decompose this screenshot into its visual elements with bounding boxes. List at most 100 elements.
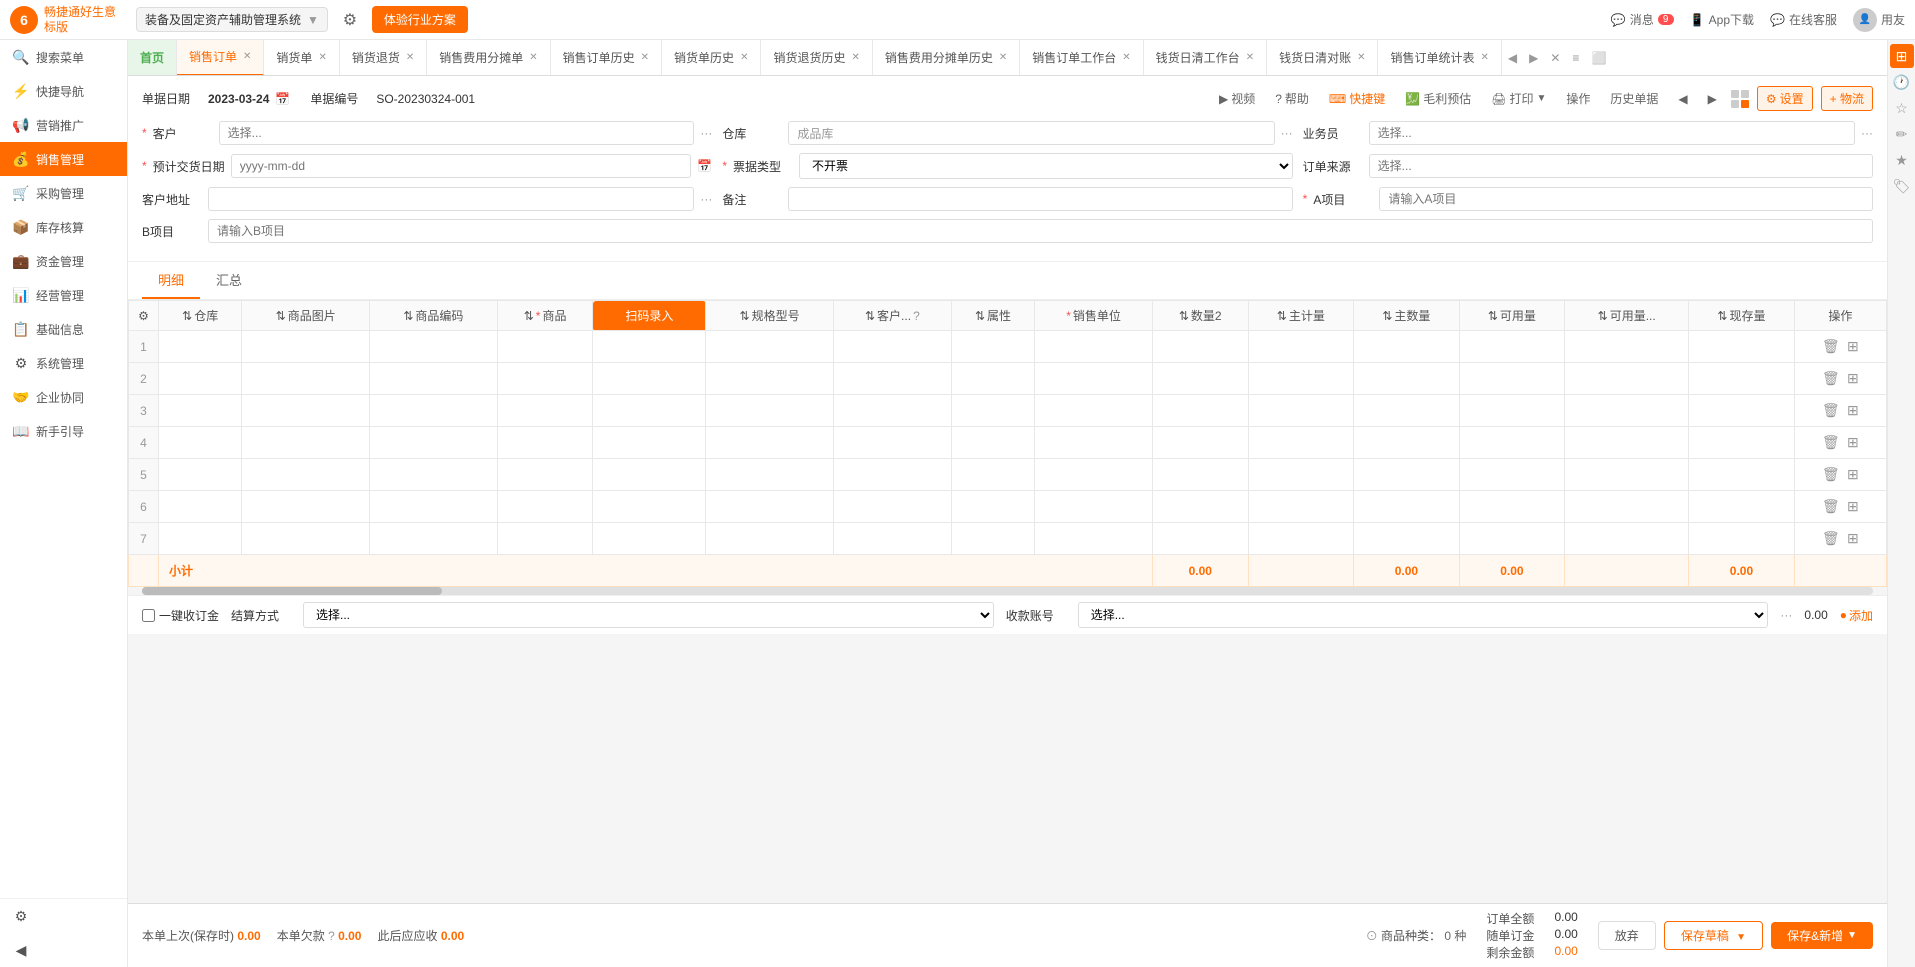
invoice-select[interactable]: 不开票 普通发票 增值税发票 — [799, 153, 1293, 179]
row-image-3[interactable] — [242, 395, 370, 427]
tab-daily-workspace[interactable]: 钱货日清工作台 ✕ — [1144, 40, 1267, 76]
row-goods-6[interactable] — [497, 491, 593, 523]
row-available-7[interactable] — [1459, 523, 1565, 555]
nav-prev-btn[interactable]: ◀ — [1672, 90, 1693, 108]
sidebar-item-management[interactable]: 📊 经营管理 — [0, 278, 127, 312]
row-spec-6[interactable] — [706, 491, 834, 523]
row-available-2[interactable] — [1459, 363, 1565, 395]
row-unit-4[interactable] — [1035, 427, 1153, 459]
row-available2-6[interactable] — [1565, 491, 1689, 523]
right-icon-edit[interactable]: ✏ — [1890, 122, 1914, 146]
row-code-7[interactable] — [370, 523, 498, 555]
row-code-6[interactable] — [370, 491, 498, 523]
row-copy-btn-1[interactable]: ⊞ — [1845, 336, 1861, 357]
tab-daily-reconcile[interactable]: 钱货日清对账 ✕ — [1267, 40, 1378, 76]
row-customer-code-5[interactable] — [833, 459, 951, 491]
row-spec-5[interactable] — [706, 459, 834, 491]
account-more-btn[interactable]: ··· — [1780, 608, 1792, 622]
right-icon-grid[interactable]: ⊞ — [1890, 44, 1914, 68]
tab-close-order-stats[interactable]: ✕ — [1481, 52, 1489, 63]
row-attribute-3[interactable] — [951, 395, 1034, 427]
row-code-4[interactable] — [370, 427, 498, 459]
row-stock-2[interactable] — [1689, 363, 1795, 395]
row-warehouse-2[interactable] — [159, 363, 242, 395]
view-toggle[interactable] — [1731, 90, 1749, 108]
row-goods-5[interactable] — [497, 459, 593, 491]
add-payment-btn[interactable]: ● 添加 — [1840, 607, 1873, 624]
right-icon-tag[interactable]: 🏷 — [1890, 174, 1914, 198]
save-new-btn[interactable]: 保存&新增 ▼ — [1771, 922, 1873, 949]
operation-btn[interactable]: 操作 — [1560, 88, 1596, 109]
row-attribute-6[interactable] — [951, 491, 1034, 523]
row-code-2[interactable] — [370, 363, 498, 395]
tab-close-sales-invoice[interactable]: ✕ — [318, 52, 326, 63]
system-title-selector[interactable]: 装备及固定资产辅助管理系统 ▼ — [136, 7, 328, 32]
staff-more-btn[interactable]: ··· — [1861, 126, 1873, 140]
horizontal-scrollbar[interactable] — [128, 587, 1887, 595]
row-main-unit-7[interactable] — [1248, 523, 1354, 555]
tab-menu-btn[interactable]: ≡ — [1566, 40, 1585, 76]
row-customer-code-6[interactable] — [833, 491, 951, 523]
row-main-unit-4[interactable] — [1248, 427, 1354, 459]
row-main-qty-1[interactable] — [1354, 331, 1460, 363]
row-copy-btn-4[interactable]: ⊞ — [1845, 432, 1861, 453]
tab-detail[interactable]: 明细 — [142, 262, 200, 299]
row-warehouse-7[interactable] — [159, 523, 242, 555]
row-warehouse-3[interactable] — [159, 395, 242, 427]
tab-prev-btn[interactable]: ◀ — [1502, 40, 1523, 76]
tab-close-invoice-history[interactable]: ✕ — [740, 52, 748, 63]
tab-close-daily-reconcile[interactable]: ✕ — [1357, 52, 1365, 63]
topbar-settings-btn[interactable]: ⚙ — [336, 6, 364, 34]
row-unit-2[interactable] — [1035, 363, 1153, 395]
print-btn[interactable]: 🖨 打印 ▼ — [1485, 88, 1552, 109]
row-spec-1[interactable] — [706, 331, 834, 363]
sidebar-item-search[interactable]: 🔍 搜索菜单 — [0, 40, 127, 74]
row-available2-4[interactable] — [1565, 427, 1689, 459]
online-service-btn[interactable]: 💬 在线客服 — [1770, 11, 1837, 28]
sidebar-item-basic[interactable]: 📋 基础信息 — [0, 312, 127, 346]
row-stock-3[interactable] — [1689, 395, 1795, 427]
row-available2-5[interactable] — [1565, 459, 1689, 491]
sidebar-item-inventory[interactable]: 📦 库存核算 — [0, 210, 127, 244]
row-qty2-6[interactable] — [1152, 491, 1248, 523]
row-spec-3[interactable] — [706, 395, 834, 427]
address-more-btn[interactable]: ··· — [700, 192, 712, 206]
delivery-calendar-icon[interactable]: 📅 — [697, 159, 712, 173]
row-delete-btn-2[interactable]: 🗑 — [1820, 368, 1842, 389]
one-click-payment-checkbox[interactable]: 一键收订金 — [142, 607, 219, 624]
tab-invoice-history[interactable]: 销货单历史 ✕ — [662, 40, 761, 76]
one-click-payment-input[interactable] — [142, 609, 155, 622]
b-project-input[interactable] — [208, 219, 1873, 243]
save-new-dropdown-icon[interactable]: ▼ — [1847, 930, 1857, 941]
tab-close-sales-return[interactable]: ✕ — [406, 52, 414, 63]
tab-order-history[interactable]: 销售订单历史 ✕ — [551, 40, 662, 76]
row-stock-1[interactable] — [1689, 331, 1795, 363]
row-spec-2[interactable] — [706, 363, 834, 395]
row-copy-btn-3[interactable]: ⊞ — [1845, 400, 1861, 421]
tab-sales-return[interactable]: 销货退货 ✕ — [340, 40, 427, 76]
tab-expand-btn[interactable]: ⬜ — [1585, 40, 1612, 76]
sidebar-item-enterprise[interactable]: 🤝 企业协同 — [0, 380, 127, 414]
nav-next-btn[interactable]: ▶ — [1702, 90, 1723, 108]
sidebar-item-sales[interactable]: 💰 销售管理 — [0, 142, 127, 176]
save-draft-btn[interactable]: 保存草稿 ▼ — [1664, 921, 1763, 950]
customer-more-btn[interactable]: ··· — [700, 126, 712, 140]
row-image-1[interactable] — [242, 331, 370, 363]
row-attribute-7[interactable] — [951, 523, 1034, 555]
row-qty2-3[interactable] — [1152, 395, 1248, 427]
tab-expense-history[interactable]: 销售费用分摊单历史 ✕ — [873, 40, 1020, 76]
row-code-3[interactable] — [370, 395, 498, 427]
row-main-unit-1[interactable] — [1248, 331, 1354, 363]
right-icon-star[interactable]: ☆ — [1890, 96, 1914, 120]
row-image-7[interactable] — [242, 523, 370, 555]
row-main-qty-6[interactable] — [1354, 491, 1460, 523]
right-icon-clock[interactable]: 🕐 — [1890, 70, 1914, 94]
row-stock-5[interactable] — [1689, 459, 1795, 491]
sidebar-item-purchase[interactable]: 🛒 采购管理 — [0, 176, 127, 210]
row-stock-4[interactable] — [1689, 427, 1795, 459]
tab-sales-expense[interactable]: 销售费用分摊单 ✕ — [427, 40, 550, 76]
row-copy-btn-6[interactable]: ⊞ — [1845, 496, 1861, 517]
row-main-unit-2[interactable] — [1248, 363, 1354, 395]
user-avatar[interactable]: 👤 用友 — [1853, 8, 1905, 32]
remark-input[interactable] — [788, 187, 1292, 211]
